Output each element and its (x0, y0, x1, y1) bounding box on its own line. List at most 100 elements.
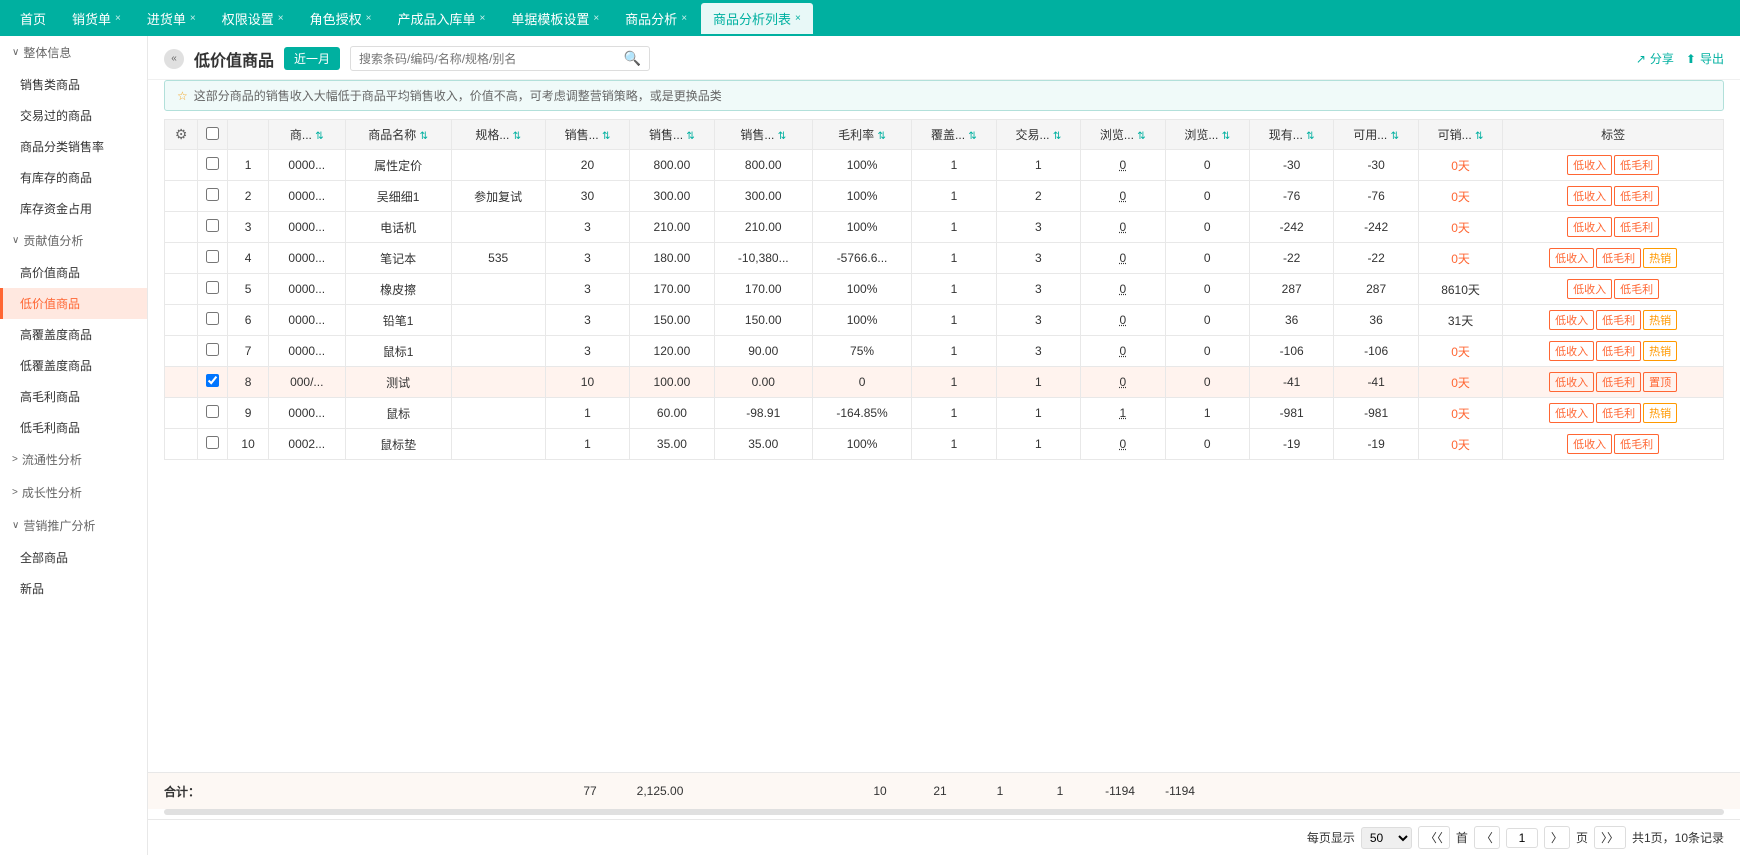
row-browse1[interactable]: 0 (1081, 367, 1165, 398)
row-checkbox[interactable] (198, 305, 228, 336)
row-select-checkbox[interactable] (206, 312, 219, 325)
col-coverage[interactable]: 覆盖... ⇅ (912, 120, 996, 150)
col-code[interactable]: 商... ⇅ (268, 120, 345, 150)
col-sale-profit[interactable]: 销售... ⇅ (714, 120, 812, 150)
browse-link[interactable]: 0 (1119, 282, 1126, 296)
close-icon[interactable]: × (115, 13, 121, 24)
sidebar-item-low-coverage[interactable]: 低覆盖度商品 (0, 350, 147, 381)
browse-link[interactable]: 0 (1119, 220, 1126, 234)
row-checkbox[interactable] (198, 429, 228, 460)
close-icon[interactable]: × (681, 13, 687, 24)
col-transaction[interactable]: 交易... ⇅ (996, 120, 1080, 150)
sidebar-item-category-sales-rate[interactable]: 商品分类销售率 (0, 131, 147, 162)
sidebar-item-traded-products[interactable]: 交易过的商品 (0, 100, 147, 131)
sidebar-item-high-margin[interactable]: 高毛利商品 (0, 381, 147, 412)
collapse-button[interactable]: « (164, 49, 184, 69)
nav-product-inbound[interactable]: 产成品入库单 × (385, 3, 497, 34)
row-select-checkbox[interactable] (206, 250, 219, 263)
close-icon[interactable]: × (278, 13, 284, 24)
close-icon[interactable]: × (479, 13, 485, 24)
row-select-checkbox[interactable] (206, 157, 219, 170)
row-browse1[interactable]: 0 (1081, 429, 1165, 460)
row-select-checkbox[interactable] (206, 374, 219, 387)
nav-sales-order[interactable]: 销货单 × (60, 3, 133, 34)
select-all-checkbox[interactable] (206, 127, 219, 140)
prev-page-button[interactable]: 〈 (1474, 826, 1500, 849)
row-browse1[interactable]: 0 (1081, 336, 1165, 367)
row-browse1[interactable]: 0 (1081, 181, 1165, 212)
row-select-checkbox[interactable] (206, 436, 219, 449)
row-checkbox[interactable] (198, 274, 228, 305)
row-select-checkbox[interactable] (206, 219, 219, 232)
col-gross-margin[interactable]: 毛利率 ⇅ (812, 120, 911, 150)
sidebar-item-stocked-products[interactable]: 有库存的商品 (0, 162, 147, 193)
search-input[interactable] (359, 52, 624, 66)
row-select-checkbox[interactable] (206, 405, 219, 418)
sidebar-group-growth[interactable]: > 成长性分析 (0, 476, 147, 509)
sidebar-group-marketing[interactable]: ∨ 营销推广分析 (0, 509, 147, 542)
row-checkbox[interactable] (198, 243, 228, 274)
close-icon[interactable]: × (795, 13, 801, 24)
close-icon[interactable]: × (593, 13, 599, 24)
col-available-stock[interactable]: 可用... ⇅ (1334, 120, 1418, 150)
nav-role-auth[interactable]: 角色授权 × (298, 3, 384, 34)
browse-link[interactable]: 0 (1119, 251, 1126, 265)
row-browse1[interactable]: 0 (1081, 274, 1165, 305)
row-browse1[interactable]: 0 (1081, 243, 1165, 274)
nav-template-settings[interactable]: 单据模板设置 × (499, 3, 611, 34)
scrollbar-track[interactable] (164, 809, 1724, 815)
nav-permission-settings[interactable]: 权限设置 × (210, 3, 296, 34)
row-browse1[interactable]: 0 (1081, 305, 1165, 336)
col-saleable-days[interactable]: 可销... ⇅ (1418, 120, 1502, 150)
sidebar-group-overall[interactable]: ∨ 整体信息 (0, 36, 147, 69)
table-container[interactable]: ⚙ 商... ⇅ 商品名称 ⇅ 规格... ⇅ 销售... ⇅ 销售... ⇅ … (148, 119, 1740, 772)
row-select-checkbox[interactable] (206, 343, 219, 356)
first-page-button[interactable]: 〈〈 (1418, 826, 1450, 849)
browse-link[interactable]: 0 (1119, 375, 1126, 389)
col-name[interactable]: 商品名称 ⇅ (345, 120, 451, 150)
browse-link[interactable]: 0 (1119, 189, 1126, 203)
sidebar-item-low-margin[interactable]: 低毛利商品 (0, 412, 147, 443)
browse-link[interactable]: 0 (1119, 158, 1126, 172)
row-select-checkbox[interactable] (206, 188, 219, 201)
sidebar-item-stock-capital[interactable]: 库存资金占用 (0, 193, 147, 224)
export-button[interactable]: ⬆ 导出 (1686, 50, 1724, 67)
close-icon[interactable]: × (190, 13, 196, 24)
browse-link[interactable]: 0 (1119, 437, 1126, 451)
browse-link[interactable]: 0 (1119, 313, 1126, 327)
page-size-select[interactable]: 50 100 200 (1361, 827, 1412, 849)
browse-link[interactable]: 0 (1119, 344, 1126, 358)
col-gear[interactable]: ⚙ (165, 120, 198, 150)
browse-link[interactable]: 1 (1119, 406, 1126, 420)
sidebar-group-liquidity[interactable]: > 流通性分析 (0, 443, 147, 476)
nav-product-analysis-list[interactable]: 商品分析列表 × (701, 3, 813, 34)
row-checkbox[interactable] (198, 150, 228, 181)
close-icon[interactable]: × (366, 13, 372, 24)
col-sale-amount[interactable]: 销售... ⇅ (630, 120, 714, 150)
sidebar-item-high-value[interactable]: 高价值商品 (0, 257, 147, 288)
sidebar-item-new-products[interactable]: 新品 (0, 573, 147, 604)
sidebar-group-contribution[interactable]: ∨ 贡献值分析 (0, 224, 147, 257)
sidebar-item-low-value[interactable]: 低价值商品 (0, 288, 147, 319)
gear-icon[interactable]: ⚙ (175, 126, 188, 142)
row-browse1[interactable]: 0 (1081, 150, 1165, 181)
row-checkbox[interactable] (198, 336, 228, 367)
col-browse1[interactable]: 浏览... ⇅ (1081, 120, 1165, 150)
search-icon[interactable]: 🔍 (624, 50, 641, 67)
row-checkbox[interactable] (198, 212, 228, 243)
nav-product-analysis[interactable]: 商品分析 × (613, 3, 699, 34)
row-browse1[interactable]: 1 (1081, 398, 1165, 429)
row-select-checkbox[interactable] (206, 281, 219, 294)
sidebar-item-all-products[interactable]: 全部商品 (0, 542, 147, 573)
date-filter-button[interactable]: 近一月 (284, 47, 340, 70)
sidebar-item-high-coverage[interactable]: 高覆盖度商品 (0, 319, 147, 350)
col-current-stock[interactable]: 现有... ⇅ (1249, 120, 1333, 150)
row-browse1[interactable]: 0 (1081, 212, 1165, 243)
col-sale-qty[interactable]: 销售... ⇅ (545, 120, 629, 150)
nav-purchase-order[interactable]: 进货单 × (135, 3, 208, 34)
row-checkbox[interactable] (198, 181, 228, 212)
row-checkbox[interactable] (198, 398, 228, 429)
row-checkbox[interactable] (198, 367, 228, 398)
last-page-button[interactable]: 〉〉 (1594, 826, 1626, 849)
share-button[interactable]: ↗ 分享 (1636, 50, 1674, 67)
